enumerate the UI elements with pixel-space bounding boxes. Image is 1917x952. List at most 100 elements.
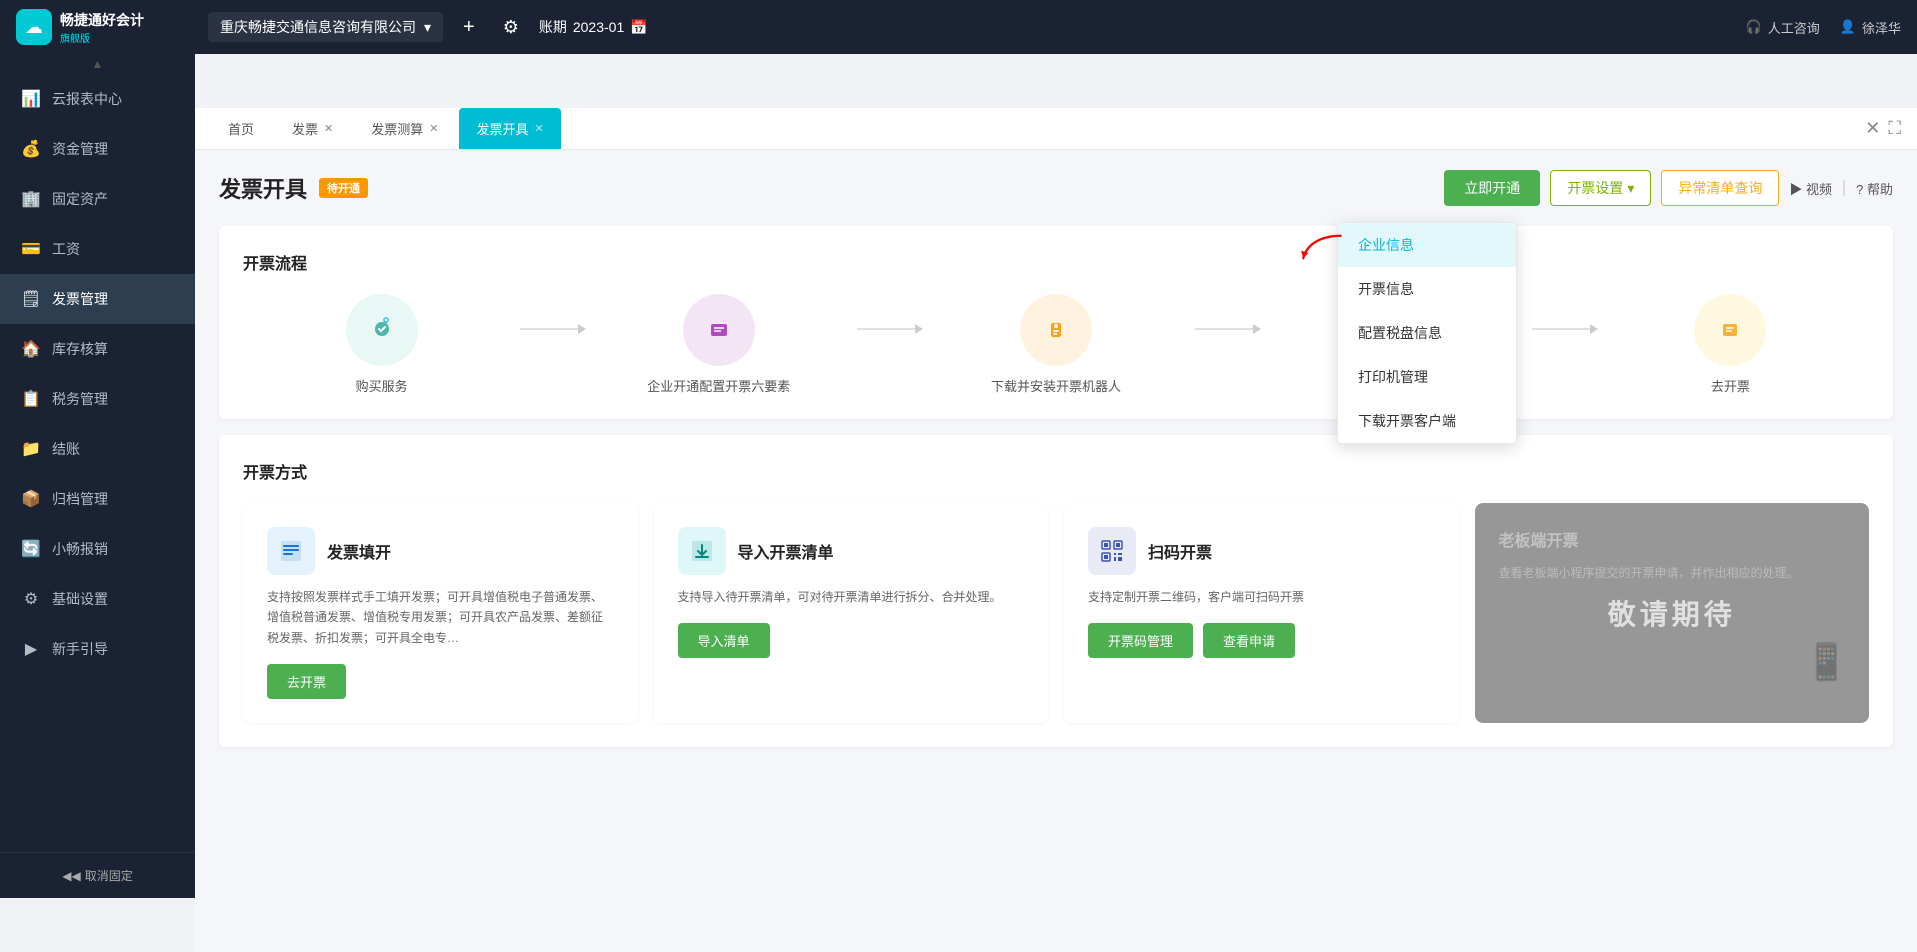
flow-step-icon-3: [1020, 294, 1092, 366]
flow-step-label-3: 下载并安装开票机器人: [991, 376, 1121, 395]
user-action[interactable]: 👤 徐泽华: [1840, 18, 1901, 37]
flow-step-label-5: 去开票: [1711, 376, 1750, 395]
method-fill-icon: [267, 527, 315, 575]
title-text: 发票开具: [219, 172, 307, 204]
sidebar-item-cloud-report[interactable]: 📊 云报表中心: [0, 74, 195, 124]
boss-overlay-text: 敬请期待: [1608, 593, 1736, 633]
tab-invoice-close[interactable]: ✕: [324, 122, 333, 135]
tab-home[interactable]: 首页: [211, 108, 271, 149]
dropdown-item-tax-config[interactable]: 配置税盘信息: [1338, 311, 1516, 355]
dropdown-item-printer[interactable]: 打印机管理: [1338, 355, 1516, 399]
dropdown-item-download-client[interactable]: 下载开票客户端: [1338, 399, 1516, 443]
help-button[interactable]: ? 帮助: [1856, 179, 1893, 198]
flow-step-label-1: 购买服务: [356, 376, 408, 395]
method-fill-desc: 支持按照发票样式手工填开发票；可开具增值税电子普通发票、增值税普通发票、增值税专…: [267, 587, 614, 648]
sidebar-item-settlement[interactable]: 📁 结账: [0, 424, 195, 474]
user-icon: 👤: [1840, 19, 1856, 35]
salary-icon: 💳: [20, 238, 42, 260]
flow-step-icon-1: [346, 294, 418, 366]
method-card-fill: 发票填开 支持按照发票样式手工填开发票；可开具增值税电子普通发票、增值税普通发票…: [243, 503, 638, 723]
tab-expand-button[interactable]: ⛶: [1888, 118, 1901, 139]
flow-step-2: 企业开通配置开票六要素: [580, 294, 857, 395]
report-icon: 🔄: [20, 538, 42, 560]
top-header: ☁ 畅捷通好会计 旗舰版 重庆畅捷交通信息咨询有限公司 + ⚙ 账期 2023-…: [0, 0, 1917, 54]
flow-step-1: 购买服务: [243, 294, 520, 395]
import-list-button[interactable]: 导入清单: [678, 623, 770, 658]
play-icon: ▶: [1789, 182, 1806, 197]
flow-step-icon-2: [683, 294, 755, 366]
flow-step-3: 下载并安装开票机器人: [917, 294, 1194, 395]
add-button[interactable]: +: [455, 12, 483, 43]
settings-button-main[interactable]: 开票设置 ▾: [1550, 170, 1651, 206]
scan-code-manage-button[interactable]: 开票码管理: [1088, 623, 1193, 658]
consult-action[interactable]: 🎧 人工咨询: [1746, 18, 1820, 37]
company-selector[interactable]: 重庆畅捷交通信息咨询有限公司: [208, 12, 443, 42]
sidebar-item-tax[interactable]: 📋 税务管理: [0, 374, 195, 424]
logo-subtitle: 旗舰版: [60, 30, 144, 45]
video-button[interactable]: ▶ 视频: [1789, 179, 1832, 198]
tab-invoice-open[interactable]: 发票开具 ✕: [459, 108, 560, 149]
page-content: 发票开具 待开通 立即开通 开票设置 ▾ 异常清单查询 ▶ 视频 | ? 帮助: [195, 150, 1917, 952]
sidebar-item-invoice[interactable]: 🗒 发票管理: [0, 274, 195, 324]
flow-step-icon-5: [1694, 294, 1766, 366]
sidebar: ▲ 📊 云报表中心 💰 资金管理 🏢 固定资产 💳 工资 🗒 发票管理 🏠 库存…: [0, 54, 195, 898]
method-scan-header: 扫码开票: [1088, 527, 1435, 575]
exception-button[interactable]: 异常清单查询: [1661, 170, 1779, 206]
dropdown-item-company-info[interactable]: 企业信息: [1338, 223, 1516, 267]
flow-connector-4: [1532, 328, 1592, 330]
tab-invoice[interactable]: 发票 ✕: [275, 108, 350, 149]
page-title: 发票开具 待开通: [219, 172, 368, 204]
sidebar-item-label-archive: 归档管理: [52, 489, 108, 509]
period-info: 账期 2023-01 📅: [539, 17, 648, 37]
video-label: 视频: [1806, 182, 1832, 197]
method-card-import: 导入开票清单 支持导入待开票清单，可对待开票清单进行拆分、合并处理。 导入清单: [654, 503, 1049, 723]
page-title-area: 发票开具 待开通 立即开通 开票设置 ▾ 异常清单查询 ▶ 视频 | ? 帮助: [219, 170, 1893, 206]
period-label: 账期: [539, 17, 567, 37]
tab-bar: 首页 发票 ✕ 发票测算 ✕ 发票开具 ✕ ✕ ⛶: [195, 108, 1917, 150]
sidebar-item-label-settings: 基础设置: [52, 589, 108, 609]
fund-icon: 💰: [20, 138, 42, 160]
cancel-fixed-btn[interactable]: ◀◀ 取消固定: [0, 861, 195, 890]
sidebar-item-report[interactable]: 🔄 小畅报销: [0, 524, 195, 574]
tax-icon: 📋: [20, 388, 42, 410]
method-import-header: 导入开票清单: [678, 527, 1025, 575]
archive-icon: 📦: [20, 488, 42, 510]
sidebar-item-fixed-assets[interactable]: 🏢 固定资产: [0, 174, 195, 224]
invoice-icon: 🗒: [20, 288, 42, 310]
activate-button[interactable]: 立即开通: [1444, 170, 1540, 206]
logo-icon: ☁: [16, 9, 52, 45]
calendar-icon: 📅: [630, 19, 647, 36]
tab-invoice-test[interactable]: 发票测算 ✕: [354, 108, 455, 149]
method-scan-title: 扫码开票: [1148, 539, 1212, 563]
tab-actions: ✕ ⛶: [1865, 118, 1901, 139]
method-fill-title: 发票填开: [327, 539, 391, 563]
method-card-boss: 老板端开票 查看老板端小程序提交的开票申请，并作出相应的处理。 📱 敬请期待: [1475, 503, 1870, 723]
view-apply-button[interactable]: 查看申请: [1203, 623, 1295, 658]
help-icon: ?: [1856, 182, 1867, 197]
sidebar-item-fund[interactable]: 💰 资金管理: [0, 124, 195, 174]
fixed-assets-icon: 🏢: [20, 188, 42, 210]
sidebar-scroll-up[interactable]: ▲: [92, 57, 104, 71]
scan-buttons: 开票码管理 查看申请: [1088, 623, 1435, 658]
sidebar-item-label-tax: 税务管理: [52, 389, 108, 409]
tab-invoice-test-close[interactable]: ✕: [429, 122, 438, 135]
flow-connector-3: [1195, 328, 1255, 330]
tab-close-button[interactable]: ✕: [1865, 118, 1880, 139]
fill-invoice-button[interactable]: 去开票: [267, 664, 346, 699]
method-import-desc: 支持导入待开票清单，可对待开票清单进行拆分、合并处理。: [678, 587, 1025, 607]
help-label: 帮助: [1867, 182, 1893, 197]
settings-button[interactable]: ⚙: [495, 13, 527, 42]
flow-section: 开票流程 购买服务 企业开通配置开票六要素: [219, 226, 1893, 419]
sidebar-item-archive[interactable]: 📦 归档管理: [0, 474, 195, 524]
logo-text-area: 畅捷通好会计 旗舰版: [60, 10, 144, 45]
sidebar-item-inventory[interactable]: 🏠 库存核算: [0, 324, 195, 374]
dropdown-item-invoice-info[interactable]: 开票信息: [1338, 267, 1516, 311]
sidebar-bottom: ◀◀ 取消固定: [0, 852, 195, 898]
tab-invoice-open-close[interactable]: ✕: [535, 122, 544, 135]
guide-icon: ▶: [20, 638, 42, 660]
boss-overlay: 敬请期待: [1475, 503, 1870, 723]
sidebar-item-settings[interactable]: ⚙ 基础设置: [0, 574, 195, 624]
method-import-icon: [678, 527, 726, 575]
sidebar-item-guide[interactable]: ▶ 新手引导: [0, 624, 195, 674]
sidebar-item-salary[interactable]: 💳 工资: [0, 224, 195, 274]
